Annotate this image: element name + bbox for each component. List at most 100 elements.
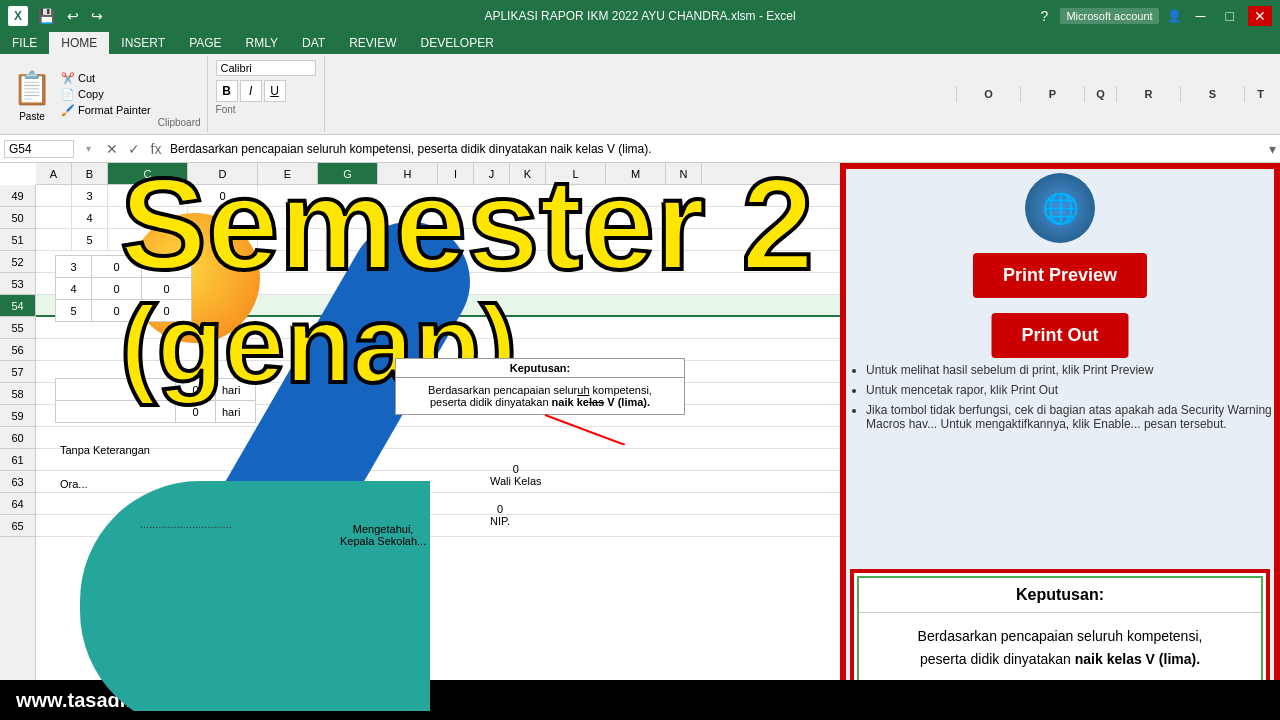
globe-button[interactable]: 🌐	[1025, 173, 1095, 243]
instructions-panel: Untuk melihat hasil sebelum di print, kl…	[848, 363, 1272, 437]
row-59: 59	[0, 405, 35, 427]
cell-b49-tbl[interactable]: 3	[56, 256, 92, 278]
data-table: 3 0 0 4 0 0 5 0 0	[55, 255, 192, 322]
grid-row-60	[36, 427, 840, 449]
instruction-item-2: Untuk mencetak rapor, klik Print Out	[866, 383, 1272, 397]
tab-formulas[interactable]: RMLY	[234, 32, 290, 54]
cell-d51-tbl[interactable]: 0	[142, 300, 192, 322]
tab-data[interactable]: DAT	[290, 32, 337, 54]
orang-label: Ora...	[60, 478, 88, 490]
title-bar-left: X 💾 ↩ ↪	[8, 6, 107, 26]
cell-b49[interactable]: 3	[72, 185, 108, 206]
cell-c51-tbl[interactable]: 0	[92, 300, 142, 322]
close-button[interactable]: ✕	[1248, 6, 1272, 26]
minimize-button[interactable]: ─	[1190, 6, 1212, 26]
cell-c49[interactable]: 0	[108, 185, 188, 206]
save-button[interactable]: 💾	[34, 6, 59, 26]
tab-home[interactable]: HOME	[49, 32, 109, 54]
cell-b51[interactable]: 5	[72, 229, 108, 250]
numbers-table: 3 0 0 4 0 0 5 0 0	[55, 255, 192, 322]
cut-button[interactable]: ✂️ Cut	[58, 71, 154, 86]
format-painter-button[interactable]: 🖌️ Format Painter	[58, 103, 154, 118]
formula-buttons: ✕ ✓ fx	[102, 139, 166, 159]
row-51: 51	[0, 229, 35, 251]
mengetahui-label: Mengetahui,	[340, 523, 426, 535]
ribbon: FILE HOME INSERT PAGE RMLY DAT REVIEW DE…	[0, 32, 1280, 135]
cell-d49[interactable]: 0	[188, 185, 258, 206]
cell-b50[interactable]: 4	[72, 207, 108, 228]
paste-button[interactable]: 📋	[10, 67, 54, 109]
undo-button[interactable]: ↩	[63, 6, 83, 26]
col-d: D	[188, 163, 258, 184]
col-l: L	[546, 163, 606, 184]
copy-button[interactable]: 📄 Copy	[58, 87, 154, 102]
cell-reference-input[interactable]	[4, 140, 74, 158]
row-64: 64	[0, 493, 35, 515]
mengetahui-section: Mengetahui, Kepala Sekolah...	[340, 523, 426, 547]
cancel-formula-button[interactable]: ✕	[102, 139, 122, 159]
cell-a51[interactable]	[36, 229, 72, 250]
col-header-r: R	[1116, 86, 1180, 102]
col-k: K	[510, 163, 546, 184]
title-bar: X 💾 ↩ ↪ APLIKASI RAPOR IKM 2022 AYU CHAN…	[0, 0, 1280, 32]
wali-label: Wali Kelas	[490, 475, 542, 487]
keputusan-small-box: Keputusan: Berdasarkan pencapaian seluru…	[395, 358, 685, 415]
cell-a50[interactable]	[36, 207, 72, 228]
cell-d50-tbl[interactable]: 0	[142, 278, 192, 300]
redo-button[interactable]: ↪	[87, 6, 107, 26]
insert-function-button[interactable]: fx	[146, 139, 166, 159]
table-row: 5 0 0	[56, 300, 192, 322]
row-52: 52	[0, 251, 35, 273]
col-b: B	[72, 163, 108, 184]
absence-val-2[interactable]: 0	[176, 401, 216, 423]
format-painter-icon: 🖌️	[61, 104, 75, 117]
tab-review[interactable]: REVIEW	[337, 32, 408, 54]
absence-val-1[interactable]: 0	[176, 379, 216, 401]
tab-insert[interactable]: INSERT	[109, 32, 177, 54]
bold-button[interactable]: B	[216, 80, 238, 102]
kepala-label: Kepala Sekolah...	[340, 535, 426, 547]
cell-d49-tbl[interactable]: 0	[142, 256, 192, 278]
grid-row-61	[36, 449, 840, 471]
account-button[interactable]: Microsoft account	[1060, 8, 1158, 24]
expand-formula-button[interactable]: ▾	[1269, 141, 1276, 157]
cell-c49-tbl[interactable]: 0	[92, 256, 142, 278]
keputusan-small-title: Keputusan:	[396, 359, 684, 378]
absence-label-2[interactable]	[56, 401, 176, 423]
hari-table: 0 hari 0 hari	[55, 378, 256, 423]
tab-developer[interactable]: DEVELOPER	[409, 32, 506, 54]
tab-file[interactable]: FILE	[0, 32, 49, 54]
expand-icon[interactable]: ▾	[78, 143, 98, 154]
row-63: 63	[0, 471, 35, 493]
table-row: 0 hari	[56, 401, 256, 423]
col-a: A	[36, 163, 72, 184]
absence-label-1[interactable]	[56, 379, 176, 401]
cell-b51-tbl[interactable]: 5	[56, 300, 92, 322]
cell-c50-tbl[interactable]: 0	[92, 278, 142, 300]
col-e: E	[258, 163, 318, 184]
underline-button[interactable]: U	[264, 80, 286, 102]
col-c-active: C	[108, 163, 188, 184]
copy-icon: 📄	[61, 88, 75, 101]
tab-page[interactable]: PAGE	[177, 32, 233, 54]
formula-input[interactable]	[170, 142, 1265, 156]
blue-curve-shape	[80, 481, 430, 711]
cell-b50-tbl[interactable]: 4	[56, 278, 92, 300]
print-out-button[interactable]: Print Out	[992, 313, 1129, 358]
col-g-active: G	[318, 163, 378, 184]
row-50: 50	[0, 207, 35, 229]
keputusan-large-inner: Keputusan: Berdasarkan pencapaian seluru…	[857, 576, 1263, 684]
confirm-formula-button[interactable]: ✓	[124, 139, 144, 159]
print-preview-button[interactable]: Print Preview	[973, 253, 1147, 298]
row-55: 55	[0, 317, 35, 339]
wali-section: 0 Wali Kelas	[490, 463, 542, 487]
help-button[interactable]: ?	[1037, 6, 1053, 26]
maximize-button[interactable]: □	[1220, 6, 1240, 26]
row-54-active: 54	[0, 295, 35, 317]
wali-val: 0	[490, 463, 542, 475]
keputusan-small-text: Berdasarkan pencapaian seluruh kompetens…	[396, 378, 684, 414]
italic-button[interactable]: I	[240, 80, 262, 102]
grid-row-49: 3 0 0	[36, 185, 840, 207]
cell-a49[interactable]	[36, 185, 72, 206]
font-name-input[interactable]	[216, 60, 316, 76]
